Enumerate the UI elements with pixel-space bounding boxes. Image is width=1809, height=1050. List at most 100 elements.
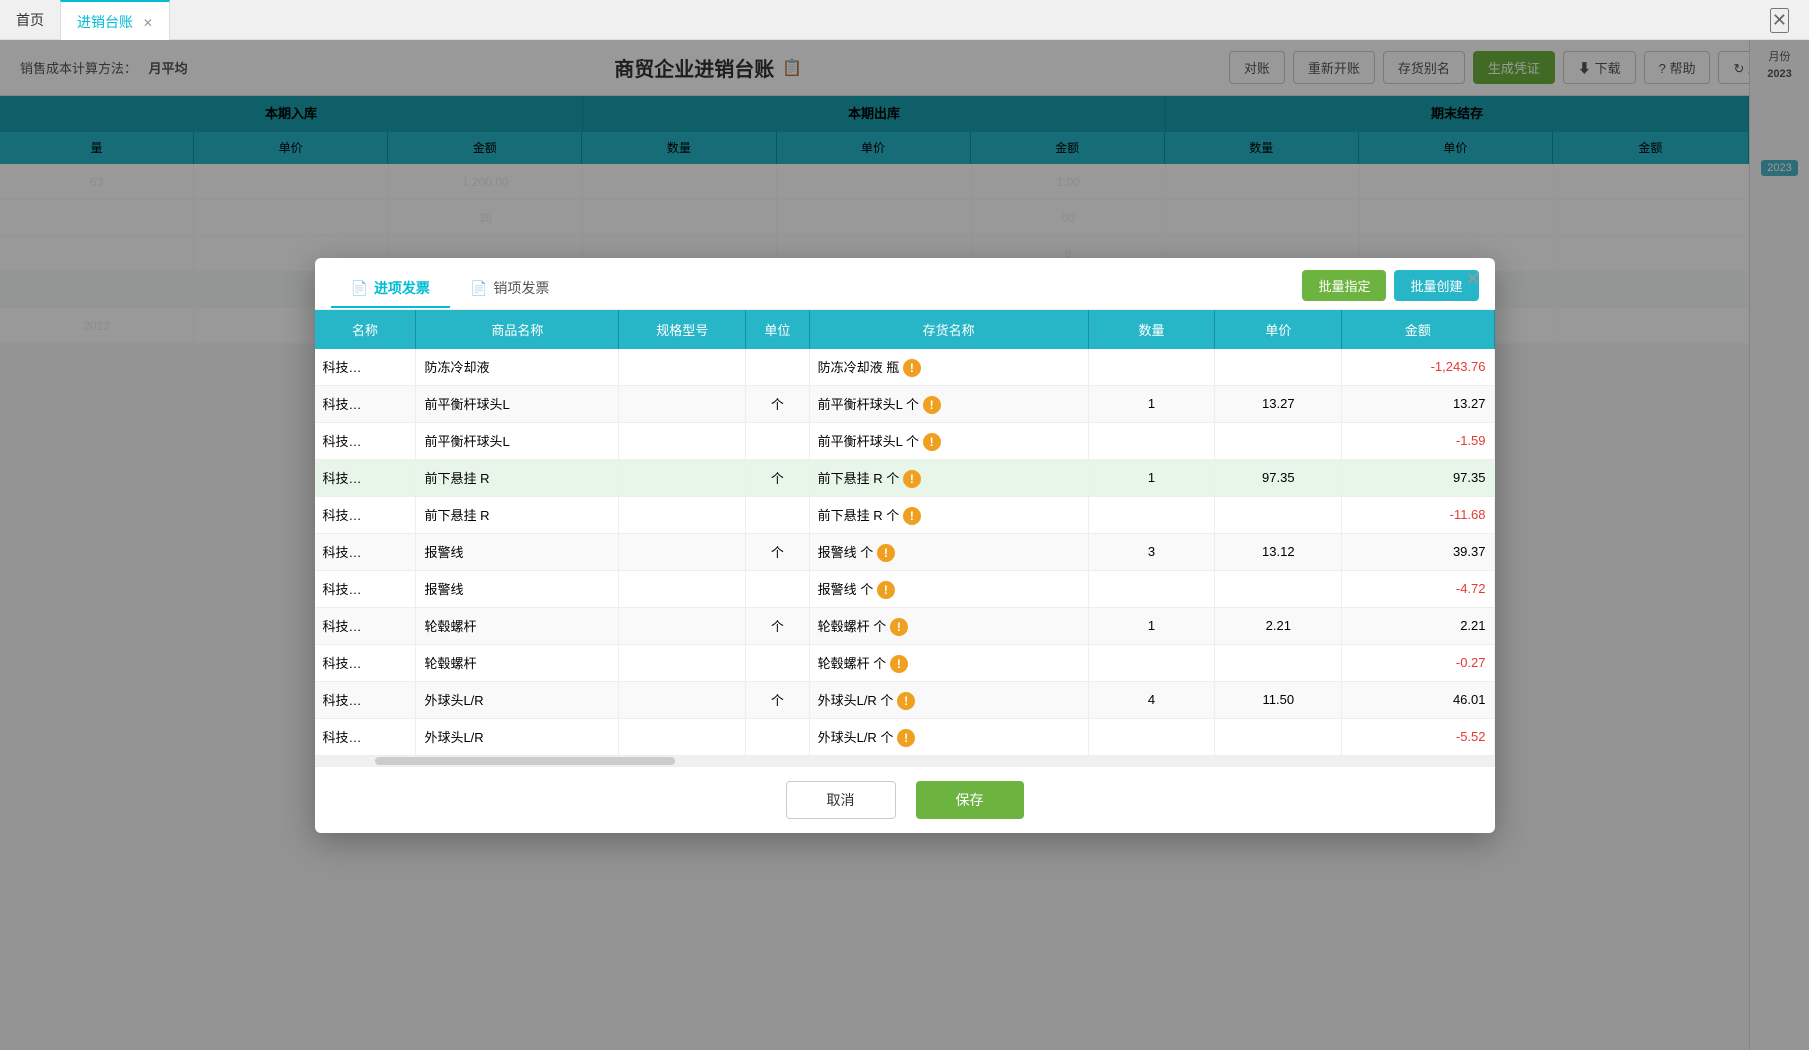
cell-price: 97.35 — [1215, 459, 1342, 496]
cell-qty — [1088, 644, 1215, 681]
cell-spec — [619, 533, 746, 570]
table-row[interactable]: 科技… 前下悬挂 R 个 前下悬挂 R 个 ! 1 97.35 97.35 — [315, 459, 1495, 496]
cell-unit — [746, 570, 809, 607]
warning-icon: ! — [877, 544, 895, 562]
cell-price: 13.27 — [1215, 385, 1342, 422]
cell-product: 前下悬挂 R — [416, 459, 619, 496]
tab-home[interactable]: 首页 — [0, 0, 60, 40]
cell-amount: 46.01 — [1342, 681, 1494, 718]
cell-spec — [619, 349, 746, 386]
cell-product: 轮毂螺杆 — [416, 644, 619, 681]
cell-unit: 个 — [746, 533, 809, 570]
cell-inventory: 防冻冷却液 瓶 ! — [809, 349, 1088, 386]
warning-icon: ! — [903, 507, 921, 525]
batch-assign-button[interactable]: 批量指定 — [1302, 270, 1386, 301]
cell-name: 科技… — [315, 644, 416, 681]
cell-qty — [1088, 349, 1215, 386]
cell-inventory: 前平衡杆球头L 个 ! — [809, 422, 1088, 459]
cell-name: 科技… — [315, 681, 416, 718]
table-row[interactable]: 科技… 前平衡杆球头L 前平衡杆球头L 个 ! -1.59 — [315, 422, 1495, 459]
window-close-button[interactable]: ✕ — [1770, 8, 1789, 33]
cell-name: 科技… — [315, 349, 416, 386]
cell-name: 科技… — [315, 718, 416, 755]
cell-inventory: 前下悬挂 R 个 ! — [809, 459, 1088, 496]
table-row[interactable]: 科技… 轮毂螺杆 个 轮毂螺杆 个 ! 1 2.21 2.21 — [315, 607, 1495, 644]
cell-name: 科技… — [315, 607, 416, 644]
col-header-inventory: 存货名称 — [809, 310, 1088, 349]
cell-spec — [619, 422, 746, 459]
cancel-button[interactable]: 取消 — [786, 781, 896, 819]
cell-product: 前平衡杆球头L — [416, 385, 619, 422]
cell-product: 轮毂螺杆 — [416, 607, 619, 644]
cell-inventory: 轮毂螺杆 个 ! — [809, 607, 1088, 644]
col-header-spec: 规格型号 — [619, 310, 746, 349]
cell-qty — [1088, 570, 1215, 607]
cell-spec — [619, 385, 746, 422]
modal-dialog: 📄 进项发票 📄 销项发票 批量指定 批量创建 ✕ — [315, 258, 1495, 833]
cell-name: 科技… — [315, 459, 416, 496]
cell-inventory: 报警线 个 ! — [809, 570, 1088, 607]
modal-footer: 取消 保存 — [315, 766, 1495, 833]
modal-close-button[interactable]: ✕ — [1465, 270, 1480, 288]
warning-icon: ! — [923, 396, 941, 414]
invoice-table: 名称 商品名称 规格型号 单位 存货名称 数量 单价 金额 科技… 防冻冷却液 — [315, 310, 1495, 756]
cell-amount: 39.37 — [1342, 533, 1494, 570]
cell-qty: 1 — [1088, 607, 1215, 644]
tab-close-icon[interactable]: ✕ — [143, 16, 153, 30]
cell-amount: -0.27 — [1342, 644, 1494, 681]
table-row[interactable]: 科技… 轮毂螺杆 轮毂螺杆 个 ! -0.27 — [315, 644, 1495, 681]
table-row[interactable]: 科技… 前下悬挂 R 前下悬挂 R 个 ! -11.68 — [315, 496, 1495, 533]
modal-scrollbar-thumb[interactable] — [375, 757, 675, 765]
incoming-invoice-icon: 📄 — [351, 280, 368, 297]
cell-name: 科技… — [315, 385, 416, 422]
table-row[interactable]: 科技… 外球头L/R 个 外球头L/R 个 ! 4 11.50 46.01 — [315, 681, 1495, 718]
cell-qty — [1088, 422, 1215, 459]
cell-inventory: 轮毂螺杆 个 ! — [809, 644, 1088, 681]
cell-price — [1215, 644, 1342, 681]
table-row[interactable]: 科技… 防冻冷却液 防冻冷却液 瓶 ! -1,243.76 — [315, 349, 1495, 386]
cell-price — [1215, 496, 1342, 533]
cell-unit — [746, 496, 809, 533]
main-area: 销售成本计算方法： 月平均 商贸企业进销台账 📋 对账 重新开账 存货别名 生成… — [0, 40, 1809, 1050]
modal-header-actions: 批量指定 批量创建 — [1302, 270, 1478, 309]
cell-price — [1215, 570, 1342, 607]
table-row[interactable]: 科技… 报警线 个 报警线 个 ! 3 13.12 39.37 — [315, 533, 1495, 570]
cell-price: 2.21 — [1215, 607, 1342, 644]
modal-scrollbar[interactable] — [315, 756, 1495, 766]
modal-table-container: 名称 商品名称 规格型号 单位 存货名称 数量 单价 金额 科技… 防冻冷却液 — [315, 310, 1495, 756]
save-button[interactable]: 保存 — [916, 781, 1024, 819]
warning-icon: ! — [897, 692, 915, 710]
col-header-unit: 单位 — [746, 310, 809, 349]
warning-icon: ! — [903, 470, 921, 488]
table-row[interactable]: 科技… 报警线 报警线 个 ! -4.72 — [315, 570, 1495, 607]
cell-qty — [1088, 718, 1215, 755]
col-header-product: 商品名称 — [416, 310, 619, 349]
tab-bar: 首页 进销台账 ✕ ✕ — [0, 0, 1809, 40]
cell-product: 防冻冷却液 — [416, 349, 619, 386]
modal-tab-incoming[interactable]: 📄 进项发票 — [331, 270, 450, 308]
cell-price — [1215, 718, 1342, 755]
table-row[interactable]: 科技… 前平衡杆球头L 个 前平衡杆球头L 个 ! 1 13.27 13.27 — [315, 385, 1495, 422]
cell-price: 13.12 — [1215, 533, 1342, 570]
cell-unit — [746, 422, 809, 459]
cell-product: 外球头L/R — [416, 681, 619, 718]
cell-amount: -1.59 — [1342, 422, 1494, 459]
cell-amount: -1,243.76 — [1342, 349, 1494, 386]
cell-amount: 97.35 — [1342, 459, 1494, 496]
outgoing-invoice-icon: 📄 — [470, 280, 487, 297]
cell-name: 科技… — [315, 422, 416, 459]
cell-qty — [1088, 496, 1215, 533]
cell-spec — [619, 607, 746, 644]
cell-spec — [619, 718, 746, 755]
table-row[interactable]: 科技… 外球头L/R 外球头L/R 个 ! -5.52 — [315, 718, 1495, 755]
modal-tab-outgoing[interactable]: 📄 销项发票 — [450, 270, 569, 308]
cell-qty: 1 — [1088, 459, 1215, 496]
tab-ledger[interactable]: 进销台账 ✕ — [60, 0, 170, 40]
cell-unit: 个 — [746, 459, 809, 496]
warning-icon: ! — [890, 655, 908, 673]
cell-inventory: 报警线 个 ! — [809, 533, 1088, 570]
cell-product: 报警线 — [416, 533, 619, 570]
cell-inventory: 外球头L/R 个 ! — [809, 718, 1088, 755]
cell-amount: 13.27 — [1342, 385, 1494, 422]
cell-spec — [619, 459, 746, 496]
